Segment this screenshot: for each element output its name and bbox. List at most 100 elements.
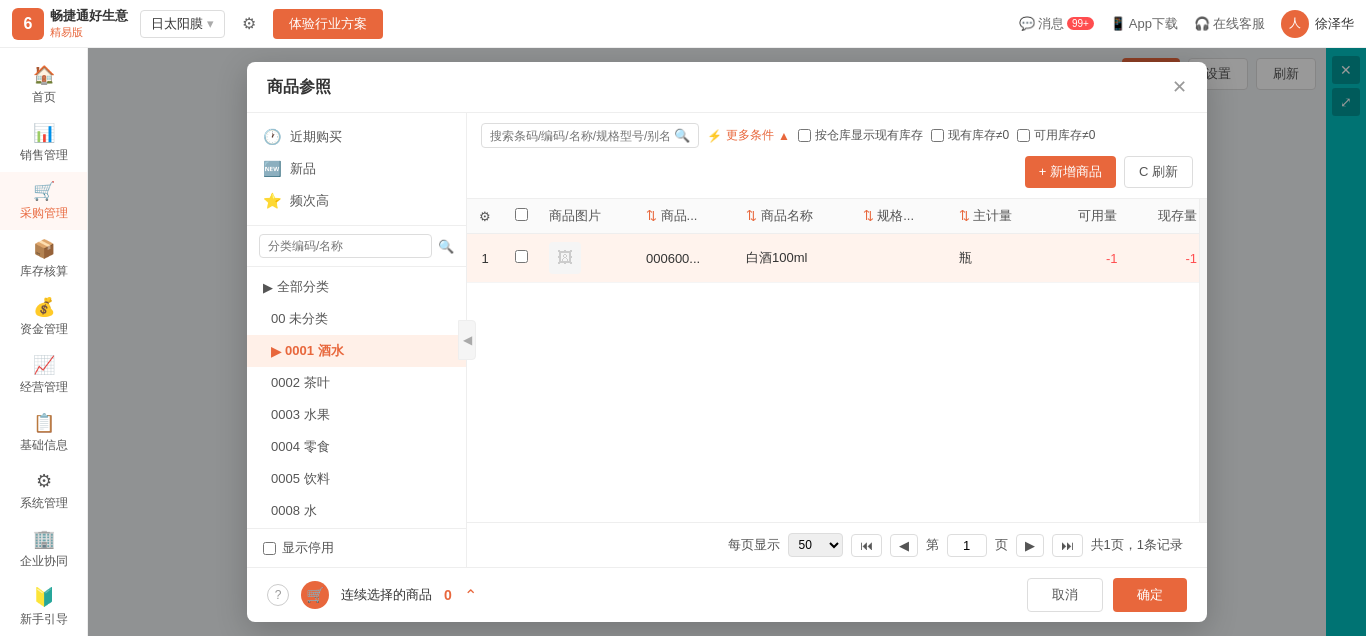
- collapse-btn[interactable]: ◀: [458, 320, 476, 360]
- cat-item-water[interactable]: 0008 水: [247, 495, 466, 527]
- last-page-btn[interactable]: ⏭: [1052, 534, 1083, 557]
- page-suffix: 页: [995, 536, 1008, 554]
- available-stock-checkbox[interactable]: [1017, 129, 1030, 142]
- enterprise-icon: 🏢: [33, 528, 55, 550]
- modal-header: 商品参照 ✕: [247, 62, 1207, 113]
- sidebar-item-home[interactable]: 🏠 首页: [0, 56, 87, 114]
- more-conditions-btn[interactable]: ⚡ 更多条件 ▲: [707, 127, 790, 144]
- message-icon: 💬: [1019, 16, 1035, 31]
- cell-num: 1: [467, 234, 503, 283]
- by-warehouse-checkbox[interactable]: [798, 129, 811, 142]
- cat-item-fruit[interactable]: 0003 水果: [247, 399, 466, 431]
- table-scrollbar[interactable]: [1199, 199, 1207, 522]
- footer-right: 取消 确定: [1027, 578, 1187, 612]
- sidebar-item-inventory[interactable]: 📦 库存核算: [0, 230, 87, 288]
- col-stock: 现存量: [1127, 199, 1207, 234]
- sort-unit-icon: ⇅: [959, 208, 970, 223]
- sidebar-item-enterprise[interactable]: 🏢 企业协同: [0, 520, 87, 578]
- sort-name-icon: ⇅: [746, 208, 757, 223]
- show-disabled-row: 显示停用: [247, 528, 466, 567]
- app-download-item[interactable]: 📱 App下载: [1110, 15, 1178, 33]
- cat-item-alcohol[interactable]: ▶0001 酒水: [247, 335, 466, 367]
- quick-nav-item-frequent[interactable]: ⭐ 频次高: [247, 185, 466, 217]
- cat-item-uncategorized[interactable]: 00 未分类: [247, 303, 466, 335]
- collapse-arrow-icon[interactable]: ⌃: [464, 586, 477, 605]
- help-icon-btn[interactable]: ?: [267, 584, 289, 606]
- chevron-down-icon: ▾: [207, 16, 214, 31]
- cat-item-beverage[interactable]: 0005 饮料: [247, 463, 466, 495]
- col-checkbox[interactable]: [503, 199, 539, 234]
- next-page-btn[interactable]: ▶: [1016, 534, 1044, 557]
- cell-available: -1: [1048, 234, 1127, 283]
- cart-btn[interactable]: 🛒: [301, 581, 329, 609]
- search-icon[interactable]: 🔍: [438, 239, 454, 254]
- mobile-icon: 📱: [1110, 16, 1126, 31]
- cancel-btn[interactable]: 取消: [1027, 578, 1103, 612]
- available-stock-checkbox-label[interactable]: 可用库存≠0: [1017, 127, 1095, 144]
- quick-nav-item-new[interactable]: 🆕 新品: [247, 153, 466, 185]
- cat-item-all[interactable]: ▶全部分类: [247, 271, 466, 303]
- cell-code: 000600...: [636, 234, 736, 283]
- purchase-icon: 🛒: [33, 180, 55, 202]
- has-stock-checkbox[interactable]: [931, 129, 944, 142]
- topnav-right: 💬 消息 99+ 📱 App下载 🎧 在线客服 人 徐泽华: [1019, 10, 1354, 38]
- col-unit[interactable]: ⇅ 主计量: [949, 199, 1048, 234]
- confirm-btn[interactable]: 确定: [1113, 578, 1187, 612]
- cell-checkbox[interactable]: [503, 234, 539, 283]
- sidebar-item-sales[interactable]: 📊 销售管理: [0, 114, 87, 172]
- col-available[interactable]: 可用量: [1048, 199, 1127, 234]
- quick-nav-item-recent[interactable]: 🕐 近期购买: [247, 121, 466, 153]
- select-all-checkbox[interactable]: [515, 208, 528, 221]
- filter-bar: 🔍 ⚡ 更多条件 ▲ 按仓库显示现有库存: [467, 113, 1207, 199]
- page-input[interactable]: [947, 534, 987, 557]
- cell-unit: 瓶: [949, 234, 1048, 283]
- per-page-select[interactable]: 50 100: [788, 533, 843, 557]
- cell-name: 白酒100ml: [736, 234, 853, 283]
- operations-icon: 📈: [33, 354, 55, 376]
- star-icon: ⭐: [263, 192, 282, 210]
- show-disabled-label: 显示停用: [282, 539, 334, 557]
- logo-text: 畅捷通好生意 精易版: [50, 8, 128, 39]
- filter-icon: ⚡: [707, 129, 722, 143]
- col-settings[interactable]: ⚙: [467, 199, 503, 234]
- refresh-btn[interactable]: C 刷新: [1124, 156, 1193, 188]
- sidebar-item-purchase[interactable]: 🛒 采购管理: [0, 172, 87, 230]
- sort-code-icon: ⇅: [646, 208, 657, 223]
- product-search-icon[interactable]: 🔍: [674, 128, 690, 143]
- col-name[interactable]: ⇅ 商品名称: [736, 199, 853, 234]
- product-search-input[interactable]: [490, 129, 670, 143]
- inventory-icon: 📦: [33, 238, 55, 260]
- category-search-input[interactable]: [259, 234, 432, 258]
- by-warehouse-checkbox-label[interactable]: 按仓库显示现有库存: [798, 127, 923, 144]
- show-disabled-checkbox[interactable]: [263, 542, 276, 555]
- sidebar-item-guide[interactable]: 🔰 新手引导: [0, 578, 87, 636]
- service-item[interactable]: 🎧 在线客服: [1194, 15, 1265, 33]
- sidebar-item-basics[interactable]: 📋 基础信息: [0, 404, 87, 462]
- sidebar-item-system[interactable]: ⚙ 系统管理: [0, 462, 87, 520]
- row-checkbox[interactable]: [515, 250, 528, 263]
- sort-spec-icon: ⇅: [863, 208, 874, 223]
- logo-area: 6 畅捷通好生意 精易版: [12, 8, 128, 40]
- user-info[interactable]: 人 徐泽华: [1281, 10, 1354, 38]
- col-code[interactable]: ⇅ 商品...: [636, 199, 736, 234]
- modal-right-panel: 🔍 ⚡ 更多条件 ▲ 按仓库显示现有库存: [467, 113, 1207, 567]
- modal-close-icon[interactable]: ✕: [1172, 76, 1187, 98]
- first-page-btn[interactable]: ⏮: [851, 534, 882, 557]
- cat-item-tea[interactable]: 0002 茶叶: [247, 367, 466, 399]
- cat-item-snacks[interactable]: 0004 零食: [247, 431, 466, 463]
- prev-page-btn[interactable]: ◀: [890, 534, 918, 557]
- gear-icon[interactable]: ⚙: [233, 8, 265, 40]
- selected-count: 0: [444, 587, 452, 603]
- col-spec[interactable]: ⇅ 规格...: [853, 199, 949, 234]
- sidebar: 🏠 首页 📊 销售管理 🛒 采购管理 📦 库存核算 💰 资金管理 📈 经营管理 …: [0, 48, 88, 636]
- add-product-btn[interactable]: + 新增商品: [1025, 156, 1116, 188]
- sidebar-item-operations[interactable]: 📈 经营管理: [0, 346, 87, 404]
- topnav: 6 畅捷通好生意 精易版 日太阳膜 ▾ ⚙ 体验行业方案 💬 消息 99+ 📱 …: [0, 0, 1366, 48]
- has-stock-checkbox-label[interactable]: 现有库存≠0: [931, 127, 1009, 144]
- trial-btn[interactable]: 体验行业方案: [273, 9, 383, 39]
- sidebar-item-finance[interactable]: 💰 资金管理: [0, 288, 87, 346]
- store-selector[interactable]: 日太阳膜 ▾: [140, 10, 225, 38]
- table-row[interactable]: 1 🖼 000600... 白酒100ml 瓶: [467, 234, 1207, 283]
- avatar: 人: [1281, 10, 1309, 38]
- message-item[interactable]: 💬 消息 99+: [1019, 15, 1094, 33]
